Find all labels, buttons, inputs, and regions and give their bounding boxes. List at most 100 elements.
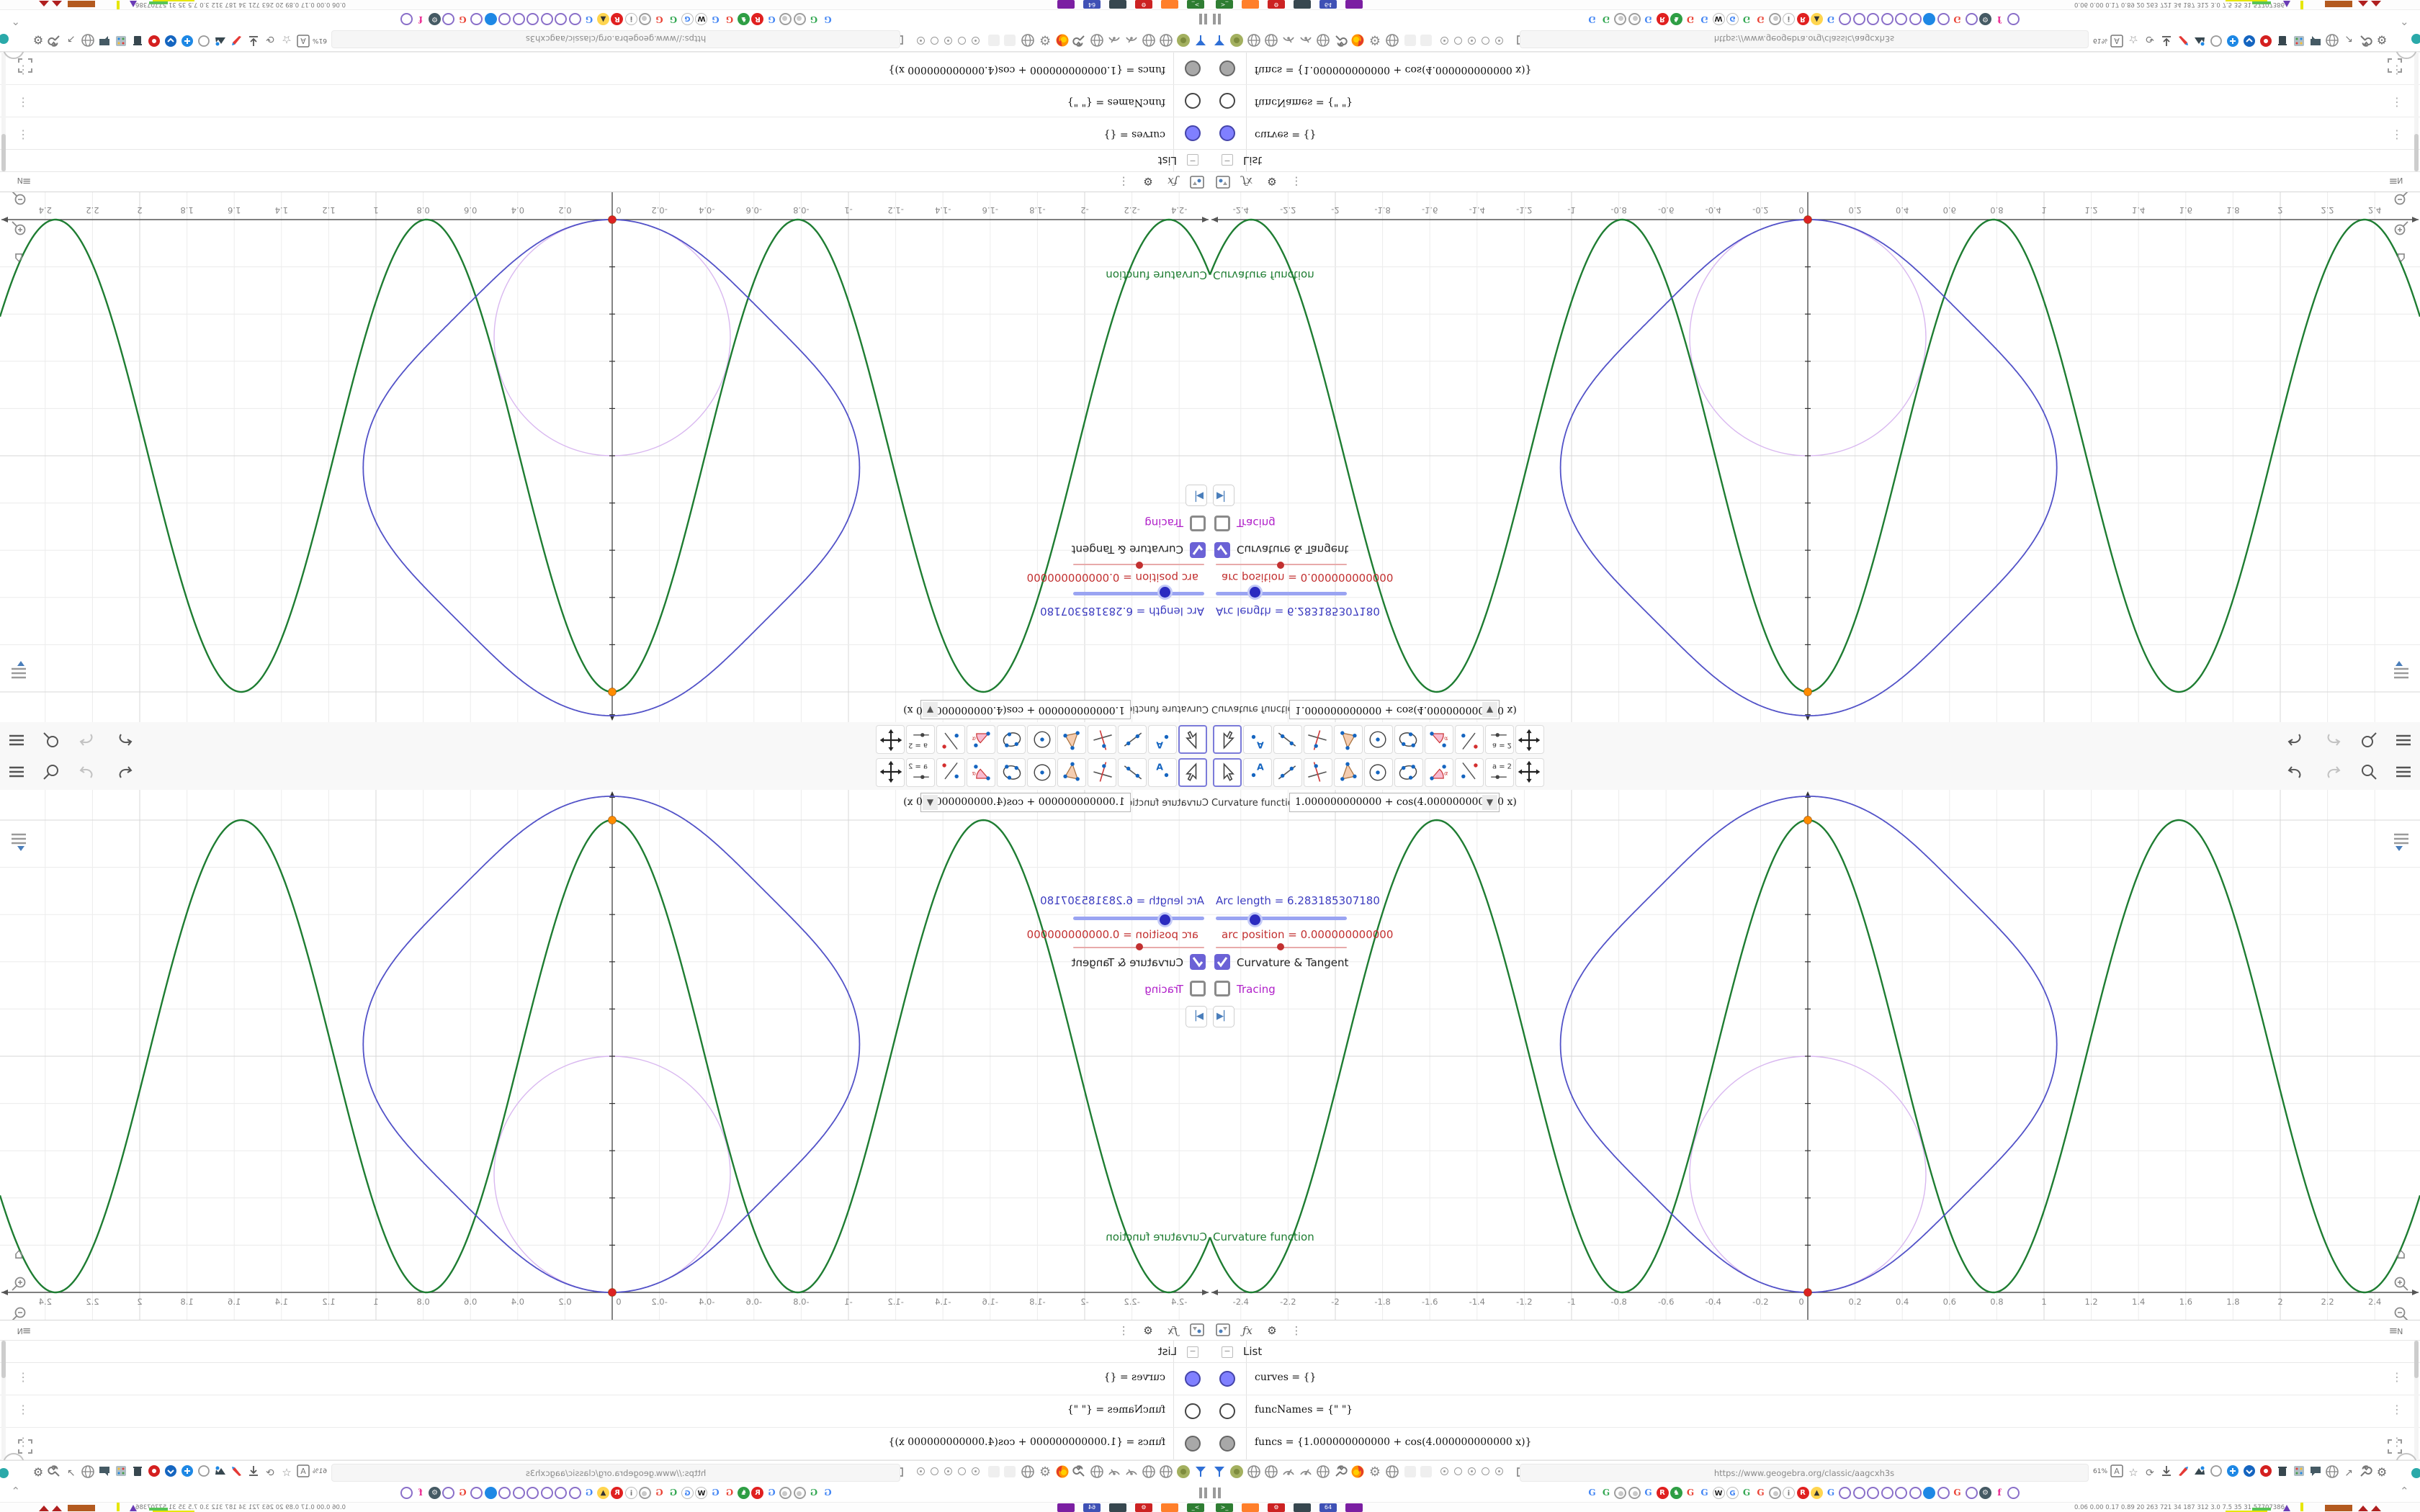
favicon[interactable]: G [766,13,778,25]
tool-line[interactable] [1273,758,1302,787]
menu-icon[interactable] [2393,729,2414,750]
favicon[interactable]: f [1994,1487,2006,1499]
visibility-toggle[interactable] [1185,1371,1201,1387]
favicon[interactable] [1768,1487,1781,1499]
ring-icon[interactable] [2208,1464,2224,1480]
favicon[interactable]: G [1685,13,1697,25]
favicon[interactable]: R [1656,13,1669,25]
visibility-toggle[interactable] [1219,60,1235,76]
favicon[interactable] [569,1487,581,1499]
algebra-group-header[interactable]: − List [0,149,1210,171]
taskbar-app-settings[interactable]: ⚙ [1135,1503,1152,1512]
arc-position-slider-thumb[interactable] [1277,562,1284,569]
gear-icon[interactable]: ⚙ [1037,1464,1053,1480]
favicon[interactable]: G [822,13,834,25]
fx-descriptions-icon[interactable]: ƒx [1239,1323,1256,1338]
favicon[interactable] [442,1487,455,1499]
taskbar-app-robot[interactable] [1345,0,1363,9]
favicon[interactable]: G [583,1487,596,1499]
kebab-menu-icon[interactable]: ⋮ [1115,1323,1132,1338]
arc-length-slider-thumb[interactable] [1157,585,1173,600]
favicon[interactable]: i [1783,1487,1795,1499]
favicon[interactable]: G [1586,13,1598,25]
funnel-icon[interactable] [1211,1464,1227,1480]
gauge-icon[interactable] [1281,1464,1296,1480]
pen-icon[interactable] [2175,32,2191,48]
gear-icon[interactable]: ⚙ [1263,174,1281,189]
favicon[interactable]: G [1825,13,1837,25]
cube-icon[interactable] [113,32,129,48]
favicon[interactable]: ♞ [1670,13,1682,25]
zoom-out-button[interactable] [9,1305,29,1320]
tool-slider[interactable]: a = 2 [1485,758,1514,787]
taskbar-app-settings[interactable]: ⚙ [1268,0,1285,9]
play-pause-button[interactable]: ▶▏ [1186,1006,1207,1027]
search-icon[interactable] [40,762,62,783]
tracing-checkbox[interactable] [1190,981,1206,996]
globe-icon[interactable] [1246,32,1262,48]
favicon[interactable] [779,13,792,25]
collapse-icon[interactable]: − [1222,154,1233,166]
curvature-tangent-checkbox[interactable] [1190,954,1206,970]
favicon[interactable]: G [653,1487,666,1499]
visibility-toggle[interactable] [1185,1403,1201,1419]
ring-icon[interactable] [196,1464,212,1480]
favicon[interactable]: G [1600,13,1613,25]
taskbar-app-monitor[interactable] [1294,1503,1311,1512]
favicon[interactable] [513,13,525,25]
home-button[interactable]: ⌂ [2391,1243,2411,1264]
arc-length-slider[interactable] [1073,917,1204,920]
globe-icon[interactable] [1141,1464,1157,1480]
menu-icon[interactable] [2393,762,2414,783]
tool-ellipse[interactable] [997,725,1026,754]
arc-length-slider-thumb[interactable] [1157,912,1173,927]
collapse-icon[interactable]: − [1187,1346,1198,1358]
zoom-out-button[interactable] [2391,192,2411,207]
gauge-icon[interactable] [1124,1464,1139,1480]
tool-ellipse[interactable] [997,758,1026,787]
algebra-row-0[interactable]: curves = {} ⋮ [0,1363,1210,1395]
favicon[interactable]: G [457,13,469,25]
algebra-scrollbar[interactable] [2414,1341,2419,1460]
plus-blue-icon[interactable] [179,32,195,48]
favicon[interactable]: ▲ [1811,1487,1823,1499]
tool-line[interactable] [1118,758,1147,787]
wrench-icon[interactable] [47,32,63,48]
favicon[interactable] [498,13,511,25]
extension-peak-icon[interactable] [212,32,228,48]
taskbar-app-monitor[interactable] [1109,0,1126,9]
tool-move[interactable] [1178,725,1207,754]
row-menu-icon[interactable]: ⋮ [17,128,29,142]
tracing-checkbox[interactable] [1214,516,1230,531]
tool-circle-with-center[interactable] [1027,758,1056,787]
down-blue-icon[interactable] [2241,32,2257,48]
toggle-dot-icon[interactable] [1440,37,1448,45]
favicon[interactable]: f [415,1487,427,1499]
tool-move[interactable] [1213,758,1242,787]
favicon[interactable] [442,13,455,25]
favicon[interactable]: i [625,13,637,25]
toggle-dot-icon[interactable] [1468,1467,1476,1475]
tool-polygon[interactable] [1057,758,1086,787]
algebra-group-header[interactable]: − List [1210,149,2420,171]
favicon[interactable] [526,13,539,25]
algebra-row-2[interactable]: funcs = {1.000000000000 + cos(4.00000000… [0,1428,1210,1460]
taskbar-app-robot[interactable] [1345,1503,1363,1512]
favicon[interactable]: G [668,13,680,25]
search-icon[interactable] [2358,762,2380,783]
row-menu-icon[interactable]: ⋮ [2391,1403,2403,1416]
tool-line[interactable] [1118,725,1147,754]
wrench-icon[interactable] [2357,1464,2373,1480]
favicon[interactable]: G [1600,1487,1613,1499]
wrench-icon[interactable] [1072,1464,1088,1480]
favicon[interactable]: f [415,13,427,25]
favicon[interactable]: i [1783,13,1795,25]
favicon[interactable] [639,13,652,25]
algebra-group-header[interactable]: − List [1210,1341,2420,1363]
extension-peak-icon[interactable] [2192,1464,2208,1480]
favicon[interactable]: ♞ [1670,1487,1682,1499]
home-button[interactable]: ⌂ [2391,248,2411,269]
toggle-dot-icon[interactable] [972,37,980,45]
wrench-icon[interactable] [1072,32,1088,48]
algebra-group-header[interactable]: − List [0,1341,1210,1363]
